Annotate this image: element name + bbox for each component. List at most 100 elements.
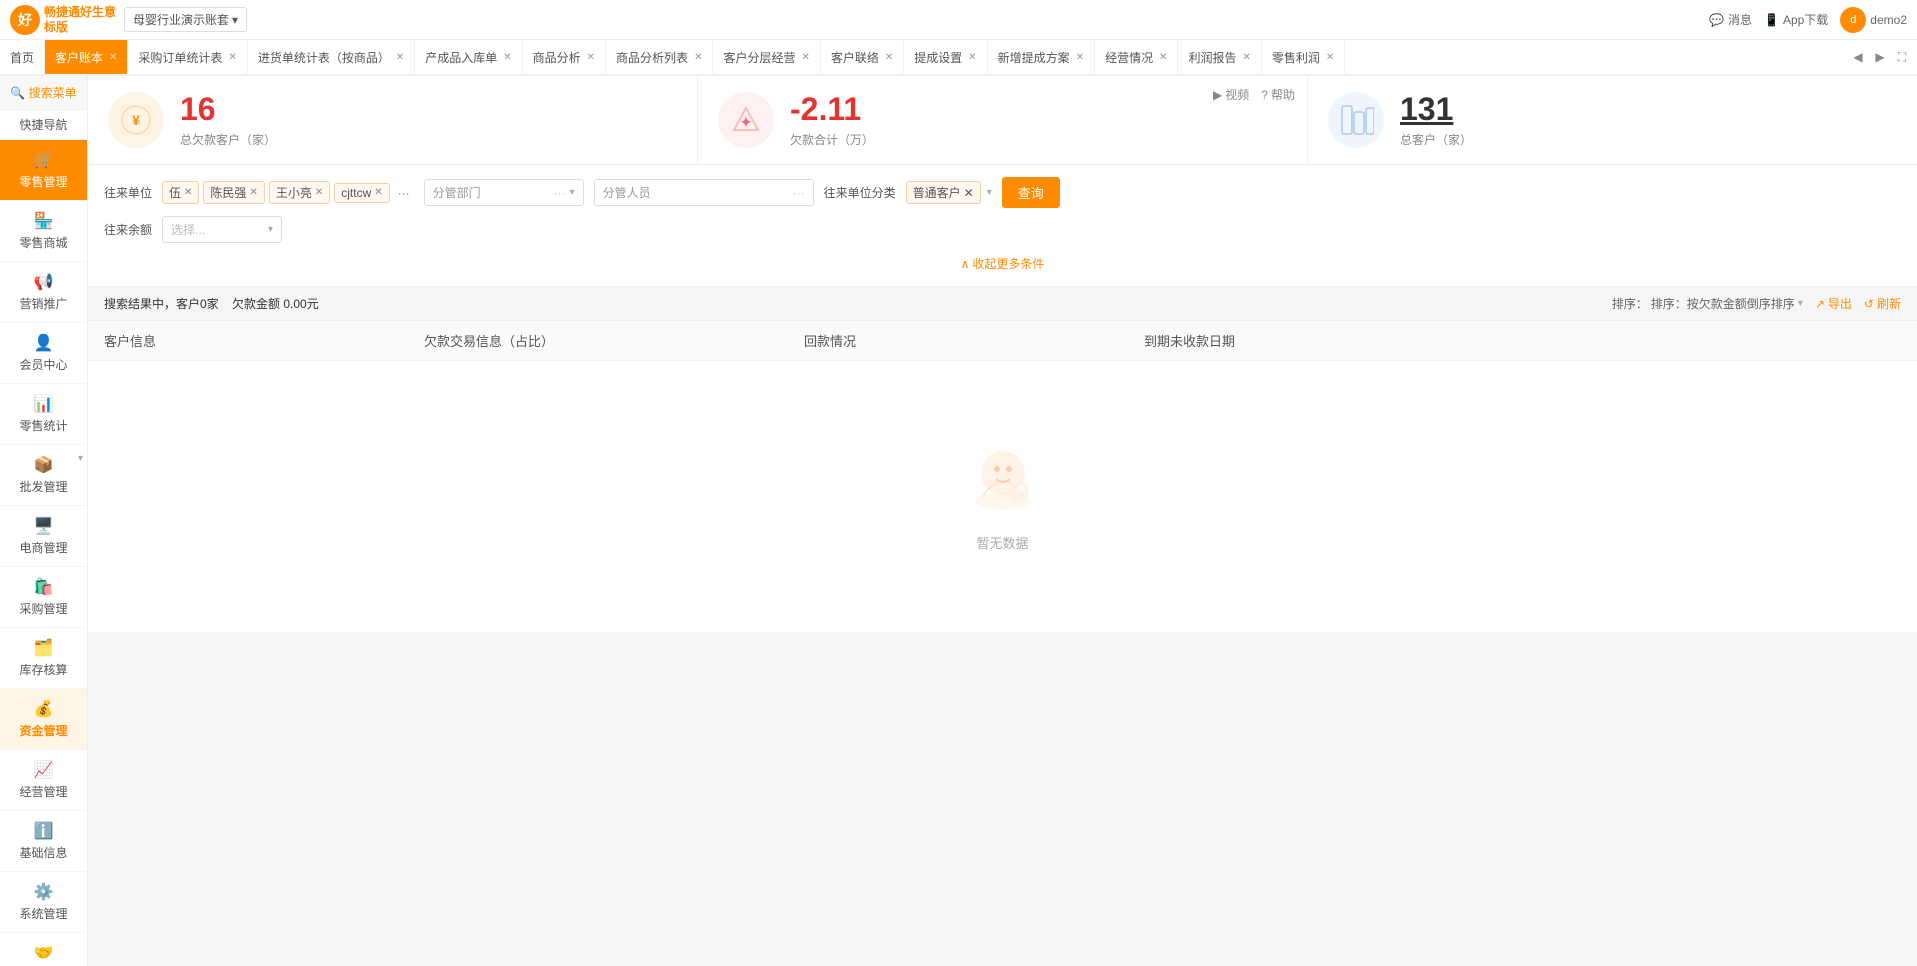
sidebar-item-sys-mgmt[interactable]: ⚙️ 系统管理 [0, 872, 87, 933]
unit-tag-chen: 陈民强 ✕ [203, 181, 264, 204]
query-button[interactable]: 查询 [1002, 177, 1060, 208]
sidebar-search[interactable]: 🔍 搜索菜单 [0, 76, 87, 110]
remove-cjttcw-btn[interactable]: ✕ [374, 187, 382, 198]
stat-label-customers: 总客户（家） [1400, 131, 1472, 148]
sort-select[interactable]: 排序： 排序：按欠款金额倒序排序 ▾ [1612, 295, 1803, 312]
sidebar-quick-nav[interactable]: 快捷导航 [0, 110, 87, 140]
marketing-icon: 📢 [34, 272, 54, 292]
tab-product-analysis-list[interactable]: 商品分析列表 ✕ [606, 40, 713, 74]
stat-label-debtors: 总欠款客户（家） [180, 131, 276, 148]
tab-purchase-order[interactable]: 采购订单统计表 ✕ [128, 40, 247, 74]
tab-product-analysis[interactable]: 商品分析 ✕ [523, 40, 606, 74]
sidebar-item-marketing[interactable]: 📢 营销推广 [0, 262, 87, 323]
person-ellipsis-icon: ··· [793, 186, 805, 200]
svg-text:✦: ✦ [740, 114, 752, 130]
unit-type-tag-normal: 普通客户 ✕ [906, 181, 981, 204]
help-link[interactable]: ? 帮助 [1261, 86, 1295, 103]
chevron-down-icon: ▾ [232, 13, 238, 27]
tab-new-raise-plan[interactable]: 新增提成方案 ✕ [988, 40, 1095, 74]
tab-business-status[interactable]: 经营情况 ✕ [1095, 40, 1178, 74]
close-icon[interactable]: ✕ [396, 52, 404, 63]
close-icon[interactable]: ✕ [1159, 52, 1167, 63]
sidebar-item-corp-coop[interactable]: 🤝 企业协同 [0, 933, 87, 966]
stat-card-debtors: ¥ 16 总欠款客户（家） [88, 76, 698, 164]
close-icon[interactable]: ✕ [1243, 52, 1251, 63]
purchase-icon: 🛍️ [34, 577, 54, 597]
results-bar: 搜索结果中，客户0家 欠款金额 0.00元 排序： 排序：按欠款金额倒序排序 ▾… [88, 287, 1917, 321]
sidebar-item-ecommerce[interactable]: 🖥️ 电商管理 [0, 506, 87, 567]
balance-select[interactable]: 选择... ▾ [162, 216, 282, 243]
collapse-btn[interactable]: ∧ 收起更多条件 [961, 255, 1045, 272]
help-icon: ? [1261, 88, 1268, 102]
close-icon[interactable]: ✕ [885, 52, 893, 63]
nav-prev-btn[interactable]: ◀ [1849, 48, 1867, 66]
tab-customer-book[interactable]: 客户账本 ✕ [45, 40, 128, 74]
empty-state: 暂无数据 [88, 361, 1917, 632]
person-select[interactable]: 分管人员 ··· [594, 179, 814, 206]
sidebar-item-finance[interactable]: 💰 资金管理 [0, 689, 87, 750]
close-icon[interactable]: ✕ [801, 52, 809, 63]
remove-wu-btn[interactable]: ✕ [184, 187, 192, 198]
mall-icon: 🏪 [34, 211, 54, 231]
unit-tag-wang: 王小亮 ✕ [269, 181, 330, 204]
type-chevron[interactable]: ▾ [987, 187, 992, 198]
user-avatar-btn[interactable]: d demo2 [1840, 7, 1907, 33]
remove-wang-btn[interactable]: ✕ [315, 187, 323, 198]
sort-chevron: ▾ [1798, 298, 1803, 309]
tab-retail-profit[interactable]: 零售利润 ✕ [1262, 40, 1345, 74]
stat-icon-debtors: ¥ [108, 92, 164, 148]
unit-label: 往来单位 [104, 184, 152, 201]
sidebar-item-retail-mall[interactable]: 🏪 零售商城 [0, 201, 87, 262]
close-icon[interactable]: ✕ [587, 52, 595, 63]
tab-product-inbound[interactable]: 产成品入库单 ✕ [415, 40, 522, 74]
remove-chen-btn[interactable]: ✕ [249, 187, 257, 198]
balance-label: 往来余额 [104, 221, 152, 238]
account-dropdown[interactable]: 母婴行业演示账套 ▾ [124, 7, 247, 32]
message-btn[interactable]: 💬 消息 [1709, 11, 1752, 28]
close-icon[interactable]: ✕ [228, 52, 236, 63]
sidebar-item-retail-mgmt[interactable]: 🛒 零售管理 [0, 140, 87, 201]
video-link[interactable]: ▶ 视频 [1213, 86, 1249, 103]
sidebar-item-member[interactable]: 👤 会员中心 [0, 323, 87, 384]
nav-expand-btn[interactable]: ⛶ [1893, 48, 1911, 66]
th-repay: 回款情况 [804, 331, 1144, 350]
svg-text:¥: ¥ [132, 112, 140, 128]
settings-icon: ⚙️ [34, 882, 54, 902]
sidebar-item-retail-stats[interactable]: 📊 零售统计 [0, 384, 87, 445]
ellipsis-icon: ··· [554, 186, 566, 200]
close-icon[interactable]: ✕ [109, 52, 117, 63]
tab-customer-tier[interactable]: 客户分层经营 ✕ [713, 40, 820, 74]
tab-raise-settings[interactable]: 提成设置 ✕ [904, 40, 987, 74]
close-icon[interactable]: ✕ [1326, 52, 1334, 63]
batch-icon: 📦 [34, 455, 54, 475]
filter-area: 往来单位 伍 ✕ 陈民强 ✕ 王小亮 ✕ cjttcw [88, 165, 1917, 287]
app-download-btn[interactable]: 📱 App下载 [1764, 11, 1828, 28]
close-icon[interactable]: ✕ [1076, 52, 1084, 63]
sidebar-item-purchase[interactable]: 🛍️ 采购管理 [0, 567, 87, 628]
th-due: 到期未收款日期 [1144, 331, 1901, 350]
inventory-icon: 🗂️ [34, 638, 54, 658]
export-btn[interactable]: ↗ 导出 [1815, 295, 1852, 312]
nav-next-btn[interactable]: ▶ [1871, 48, 1889, 66]
table-header: 客户信息 欠款交易信息（占比） 回款情况 到期未收款日期 [88, 321, 1917, 361]
tab-home[interactable]: 首页 [0, 40, 45, 74]
close-icon[interactable]: ✕ [503, 52, 511, 63]
empty-text: 暂无数据 [976, 533, 1028, 552]
tab-profit-report[interactable]: 利润报告 ✕ [1178, 40, 1261, 74]
refresh-btn[interactable]: ↺ 刷新 [1864, 295, 1901, 312]
sidebar-item-operations[interactable]: 📈 经营管理 [0, 750, 87, 811]
top-bar-right: 💬 消息 📱 App下载 d demo2 [1709, 7, 1907, 33]
close-icon[interactable]: ✕ [968, 52, 976, 63]
sidebar-item-basic-info[interactable]: ℹ️ 基础信息 [0, 811, 87, 872]
tab-inbound-stats[interactable]: 进货单统计表（按商品） ✕ [248, 40, 415, 74]
close-icon[interactable]: ✕ [694, 52, 702, 63]
sidebar-item-batch-mgmt[interactable]: 📦 批发管理 ▾ [0, 445, 87, 506]
dept-select[interactable]: 分管部门 ··· ▾ [424, 179, 584, 206]
more-tags-btn[interactable]: ··· [394, 184, 414, 202]
sidebar-item-inventory[interactable]: 🗂️ 库存核算 [0, 628, 87, 689]
th-debt: 欠款交易信息（占比） [424, 331, 804, 350]
nav-tabs: 首页 客户账本 ✕ 采购订单统计表 ✕ 进货单统计表（按商品） ✕ 产成品入库单… [0, 40, 1917, 76]
tab-customer-contact[interactable]: 客户联络 ✕ [821, 40, 904, 74]
unit-tag-cjttcw: cjttcw ✕ [334, 183, 389, 203]
remove-type-btn[interactable]: ✕ [964, 186, 974, 200]
